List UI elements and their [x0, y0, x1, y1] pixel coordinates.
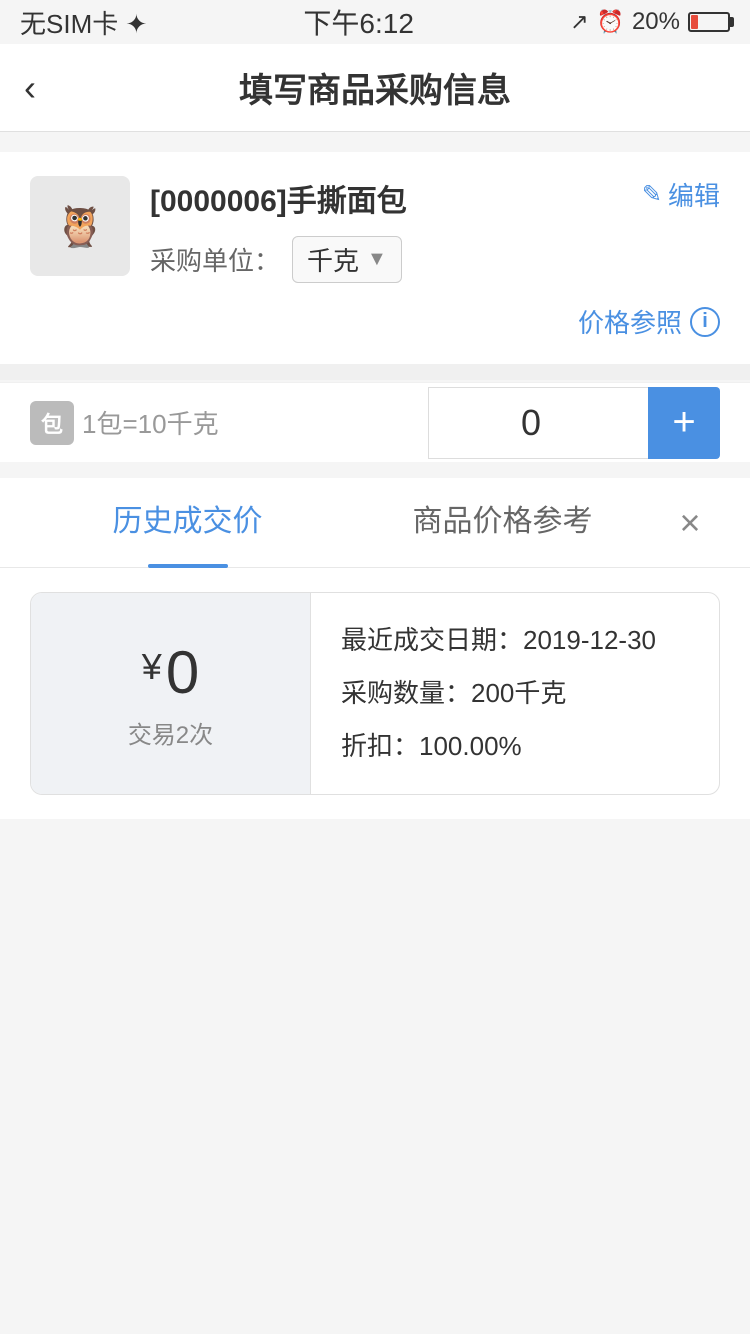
history-price: ¥ 0 [142, 638, 199, 707]
edit-button[interactable]: ✎ 编辑 [642, 176, 720, 213]
history-list: ¥ 0 交易2次 最近成交日期：2019-12-30 采购数量：200千克 折扣… [0, 568, 750, 819]
price-ref-button[interactable]: 价格参照 i [578, 303, 720, 340]
page-title: 填写商品采购信息 [239, 63, 511, 112]
unit-info: 包 1包=10千克 [30, 401, 219, 445]
quantity-input-group: + [428, 387, 720, 459]
unit-label: 采购单位： [150, 241, 280, 278]
price-ref-label: 价格参照 [578, 303, 682, 340]
nav-bar: ‹ 填写商品采购信息 [0, 44, 750, 132]
unit-conversion: 1包=10千克 [82, 404, 219, 441]
tab-product-price-ref[interactable]: 商品价格参考 [345, 478, 660, 568]
history-card: ¥ 0 交易2次 最近成交日期：2019-12-30 采购数量：200千克 折扣… [30, 592, 720, 795]
close-icon: × [679, 502, 700, 544]
edit-label: 编辑 [668, 176, 720, 213]
product-unit-row: 采购单位： 千克 ▼ [150, 236, 642, 283]
status-time: 下午6:12 [303, 2, 414, 42]
purchase-qty-row: 采购数量：200千克 [341, 674, 689, 713]
product-header: 🦉 [0000006]手撕面包 采购单位： 千克 ▼ ✎ 编辑 [30, 176, 720, 283]
purchase-qty-value: 200千克 [471, 678, 566, 708]
separator [0, 364, 750, 380]
tab-price-ref-label: 商品价格参考 [413, 496, 593, 540]
tab-history-label: 历史成交价 [113, 496, 263, 540]
unit-box: 包 [30, 401, 74, 445]
product-bottom-row: 价格参照 i [30, 303, 720, 340]
battery-fill [691, 15, 698, 29]
dropdown-arrow-icon: ▼ [367, 248, 387, 271]
tab-bar: 历史成交价 商品价格参考 × [0, 478, 750, 568]
status-signal: 无SIM卡 ✦ [20, 4, 147, 41]
purchase-qty-label: 采购数量： [341, 678, 471, 708]
tab-history-price[interactable]: 历史成交价 [30, 478, 345, 568]
recent-date-row: 最近成交日期：2019-12-30 [341, 621, 689, 660]
edit-icon: ✎ [642, 180, 662, 209]
back-button[interactable]: ‹ [24, 67, 36, 109]
history-card-right: 最近成交日期：2019-12-30 采购数量：200千克 折扣：100.00% [311, 593, 719, 794]
product-details: [0000006]手撕面包 采购单位： 千克 ▼ [150, 176, 642, 283]
discount-row: 折扣：100.00% [341, 727, 689, 766]
battery-icon [688, 12, 730, 32]
trade-count: 交易2次 [128, 715, 213, 750]
location-icon: ↗ [570, 9, 588, 35]
alarm-icon: ⏰ [597, 9, 624, 35]
product-card: 🦉 [0000006]手撕面包 采购单位： 千克 ▼ ✎ 编辑 价格参照 i [0, 152, 750, 364]
product-info: 🦉 [0000006]手撕面包 采购单位： 千克 ▼ [30, 176, 642, 283]
unit-box-label: 包 [41, 407, 63, 439]
status-bar: 无SIM卡 ✦ 下午6:12 ↗ ⏰ 20% [0, 0, 750, 44]
discount-label: 折扣： [341, 731, 419, 761]
back-icon: ‹ [24, 67, 36, 108]
battery-percent: 20% [632, 8, 680, 36]
yen-symbol: ¥ [142, 646, 162, 688]
quantity-section: 包 1包=10千克 + [0, 382, 750, 462]
price-amount: 0 [166, 638, 199, 707]
product-logo-icon: 🦉 [55, 203, 105, 250]
recent-date-value: 2019-12-30 [523, 625, 656, 655]
plus-icon: + [672, 400, 695, 445]
product-name: [0000006]手撕面包 [150, 176, 642, 220]
quantity-plus-button[interactable]: + [648, 387, 720, 459]
info-icon: i [690, 307, 720, 337]
status-right-area: ↗ ⏰ 20% [570, 8, 730, 36]
history-card-left: ¥ 0 交易2次 [31, 593, 311, 794]
recent-date-label: 最近成交日期： [341, 625, 523, 655]
tab-close-button[interactable]: × [660, 493, 720, 553]
quantity-input[interactable] [428, 387, 648, 459]
tab-section: 历史成交价 商品价格参考 × ¥ 0 交易2次 最近成交日期：2019-12-3… [0, 478, 750, 819]
discount-value: 100.00% [419, 731, 522, 761]
product-thumbnail: 🦉 [30, 176, 130, 276]
unit-selector[interactable]: 千克 ▼ [292, 236, 402, 283]
signal-text: 无SIM卡 ✦ [20, 4, 147, 41]
unit-value: 千克 [307, 241, 359, 278]
